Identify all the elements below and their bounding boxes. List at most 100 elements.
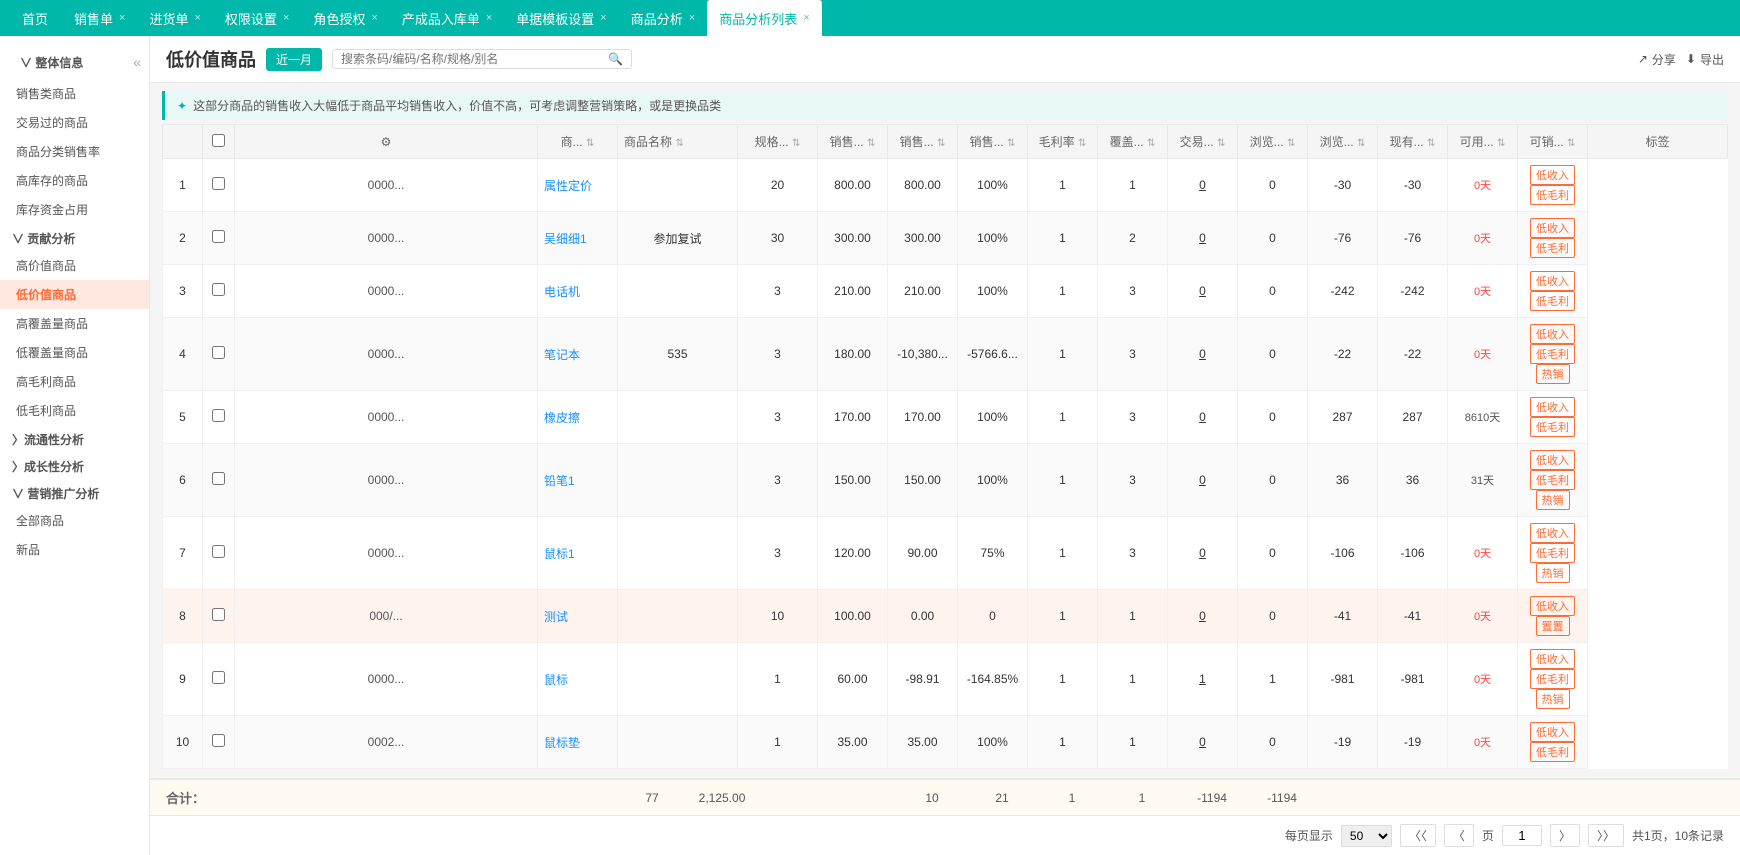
col-header-spec[interactable]: 规格... ⇅ [738, 125, 818, 159]
col-header-browse2[interactable]: 浏览... ⇅ [1308, 125, 1378, 159]
prev-page-btn[interactable]: 〈 [1444, 824, 1474, 847]
cell-name[interactable]: 电话机 [538, 265, 618, 318]
export-button[interactable]: ⬇ 导出 [1686, 51, 1724, 68]
cell-browse1[interactable]: 0 [1168, 716, 1238, 769]
close-icon[interactable]: × [283, 12, 289, 24]
cell-name[interactable]: 测试 [538, 590, 618, 643]
sidebar-item-low-value[interactable]: 低价值商品 [0, 280, 149, 309]
cell-browse1[interactable]: 0 [1168, 391, 1238, 444]
row-checkbox[interactable] [212, 409, 225, 422]
next-page-btn[interactable]: 〉 [1550, 824, 1580, 847]
cell-name[interactable]: 鼠标 [538, 643, 618, 716]
row-checkbox[interactable] [212, 230, 225, 243]
close-icon[interactable]: × [371, 12, 377, 24]
last-page-btn[interactable]: 〉〉 [1588, 824, 1624, 847]
cell-check[interactable] [203, 391, 235, 444]
sidebar-item-traded-goods[interactable]: 交易过的商品 [0, 108, 149, 137]
col-header-sale-amount[interactable]: 销售... ⇅ [888, 125, 958, 159]
cell-check[interactable] [203, 517, 235, 590]
close-icon[interactable]: × [119, 12, 125, 24]
sidebar-collapse-icon[interactable]: « [133, 54, 141, 70]
close-icon[interactable]: × [803, 12, 809, 24]
page-size-select[interactable]: 50 20 100 [1341, 825, 1392, 847]
search-input[interactable] [341, 52, 604, 66]
cell-browse1[interactable]: 0 [1168, 444, 1238, 517]
col-header-stock[interactable]: 现有... ⇅ [1378, 125, 1448, 159]
cell-name[interactable]: 鼠标1 [538, 517, 618, 590]
cell-spec [618, 517, 738, 590]
sidebar-item-category-rate[interactable]: 商品分类销售率 [0, 137, 149, 166]
cell-browse1[interactable]: 0 [1168, 590, 1238, 643]
close-icon[interactable]: × [194, 12, 200, 24]
col-header-sale-qty[interactable]: 销售... ⇅ [818, 125, 888, 159]
row-checkbox[interactable] [212, 472, 225, 485]
cell-browse1[interactable]: 0 [1168, 517, 1238, 590]
nav-tab-sales[interactable]: 销售单 × [62, 0, 137, 36]
share-button[interactable]: ↗ 分享 [1638, 51, 1676, 68]
sidebar-item-stock-capital[interactable]: 库存资金占用 [0, 195, 149, 224]
search-icon[interactable]: 🔍 [608, 52, 623, 66]
cell-name[interactable]: 笔记本 [538, 318, 618, 391]
sidebar-item-all-goods[interactable]: 全部商品 [0, 506, 149, 535]
cell-check[interactable] [203, 643, 235, 716]
row-checkbox[interactable] [212, 283, 225, 296]
sidebar-item-high-profit[interactable]: 高毛利商品 [0, 367, 149, 396]
close-icon[interactable]: × [689, 12, 695, 24]
row-checkbox[interactable] [212, 734, 225, 747]
cell-check[interactable] [203, 318, 235, 391]
nav-tab-purchase[interactable]: 进货单 × [137, 0, 212, 36]
sidebar-item-low-profit[interactable]: 低毛利商品 [0, 396, 149, 425]
sidebar-item-high-coverage[interactable]: 高覆盖量商品 [0, 309, 149, 338]
col-header-settings[interactable]: ⚙ [235, 125, 538, 159]
nav-tab-roles[interactable]: 角色授权 × [301, 0, 389, 36]
sidebar-item-low-coverage[interactable]: 低覆盖量商品 [0, 338, 149, 367]
cell-name[interactable]: 橡皮擦 [538, 391, 618, 444]
cell-check[interactable] [203, 265, 235, 318]
col-header-cover[interactable]: 覆盖... ⇅ [1098, 125, 1168, 159]
col-header-sale-profit[interactable]: 销售... ⇅ [958, 125, 1028, 159]
sidebar-item-high-stock[interactable]: 高库存的商品 [0, 166, 149, 195]
row-checkbox[interactable] [212, 671, 225, 684]
cell-check[interactable] [203, 212, 235, 265]
row-checkbox[interactable] [212, 346, 225, 359]
nav-tab-permissions[interactable]: 权限设置 × [213, 0, 301, 36]
select-all-checkbox[interactable] [212, 134, 225, 147]
nav-tab-analysis[interactable]: 商品分析 × [619, 0, 707, 36]
col-header-code[interactable]: 商... ⇅ [538, 125, 618, 159]
row-checkbox[interactable] [212, 608, 225, 621]
sidebar-item-high-value[interactable]: 高价值商品 [0, 251, 149, 280]
cell-check[interactable] [203, 590, 235, 643]
sidebar-item-new-goods[interactable]: 新品 [0, 535, 149, 564]
sidebar-item-sales-goods[interactable]: 销售类商品 [0, 79, 149, 108]
cell-browse1[interactable]: 0 [1168, 159, 1238, 212]
cell-check[interactable] [203, 716, 235, 769]
col-header-avail[interactable]: 可用... ⇅ [1448, 125, 1518, 159]
cell-cover: 1 [1028, 517, 1098, 590]
cell-name[interactable]: 鼠标垫 [538, 716, 618, 769]
cell-browse1[interactable]: 1 [1168, 643, 1238, 716]
row-checkbox[interactable] [212, 177, 225, 190]
nav-home[interactable]: 首页 [8, 9, 62, 28]
cell-name[interactable]: 属性定价 [538, 159, 618, 212]
cell-browse1[interactable]: 0 [1168, 318, 1238, 391]
page-number-input[interactable] [1502, 825, 1542, 846]
col-header-trade[interactable]: 交易... ⇅ [1168, 125, 1238, 159]
cell-browse1[interactable]: 0 [1168, 265, 1238, 318]
first-page-btn[interactable]: 〈〈 [1400, 824, 1436, 847]
col-header-browse1[interactable]: 浏览... ⇅ [1238, 125, 1308, 159]
col-header-name[interactable]: 商品名称 ⇅ [618, 125, 738, 159]
row-checkbox[interactable] [212, 545, 225, 558]
col-header-gross-rate[interactable]: 毛利率 ⇅ [1028, 125, 1098, 159]
cell-check[interactable] [203, 159, 235, 212]
col-header-sellable[interactable]: 可销... ⇅ [1518, 125, 1588, 159]
close-icon[interactable]: × [600, 12, 606, 24]
cell-check[interactable] [203, 444, 235, 517]
nav-tab-analysis-list[interactable]: 商品分析列表 × [707, 0, 821, 36]
nav-tab-template[interactable]: 单据模板设置 × [504, 0, 618, 36]
cell-name[interactable]: 铅笔1 [538, 444, 618, 517]
cell-name[interactable]: 吴细细1 [538, 212, 618, 265]
filter-recent-month[interactable]: 近一月 [266, 48, 322, 71]
cell-browse1[interactable]: 0 [1168, 212, 1238, 265]
nav-tab-product-entry[interactable]: 产成品入库单 × [390, 0, 504, 36]
close-icon[interactable]: × [486, 12, 492, 24]
